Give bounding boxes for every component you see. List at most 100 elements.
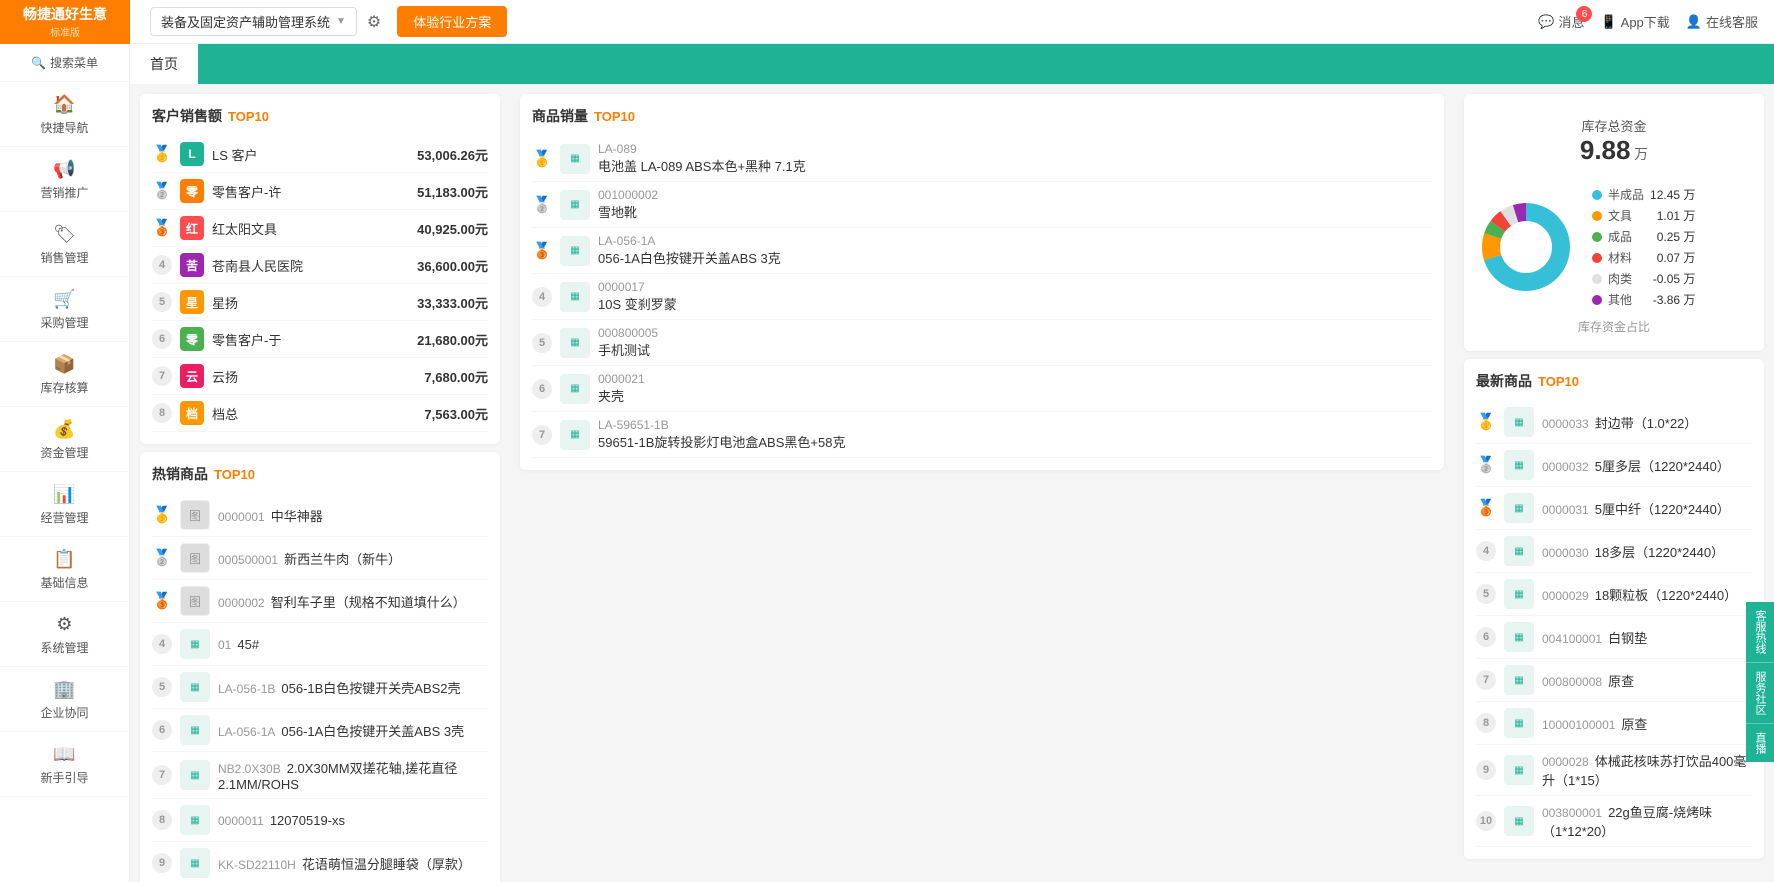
finance-icon: 💰 xyxy=(53,419,75,440)
new-prod-item: 5▦000002918颗粒板（1220*2440） xyxy=(1476,573,1752,616)
content: 首页 客户销售额 TOP10 🥇LLS 客户53,006.26元🥈零零售客户-许… xyxy=(130,44,1774,882)
customer-top10-card: 客户销售额 TOP10 🥇LLS 客户53,006.26元🥈零零售客户-许51,… xyxy=(140,94,500,444)
sidebar-item-system[interactable]: ⚙ 系统管理 xyxy=(0,602,129,667)
col-right: 库存总资金 9.88 万 xyxy=(1454,84,1774,882)
sidebar-label-marketing: 营销推广 xyxy=(40,184,88,201)
message-item[interactable]: 💬 消息 6 xyxy=(1538,12,1584,31)
prod-item: 🥈▦001000002雪地靴 xyxy=(532,182,1432,228)
sidebar-item-finance[interactable]: 💰 资金管理 xyxy=(0,407,129,472)
sidebar: 🔍 搜索菜单 🏠 快捷导航 📢 营销推广 🏷 销售管理 🛒 采购管理 📦 库存核… xyxy=(0,44,130,882)
hot-products-card: 热销商品 TOP10 🥇图0000001中华神器🥈图000500001新西兰牛肉… xyxy=(140,452,500,882)
sidebar-item-company[interactable]: 🏢 企业协同 xyxy=(0,667,129,732)
inventory-legend: 半成品 12.45 万 文具 1.01 万 成品 0 xyxy=(1592,186,1695,308)
system-name: 装备及固定资产辅助管理系统 xyxy=(161,12,330,31)
message-icon: 💬 xyxy=(1538,14,1554,30)
col-mid: 商品销量 TOP10 🥇▦LA-089电池盖 LA-089 ABS本色+黑种 7… xyxy=(510,84,1454,882)
sidebar-item-nav[interactable]: 🏠 快捷导航 xyxy=(0,82,129,147)
sidebar-item-operation[interactable]: 📊 经营管理 xyxy=(0,472,129,537)
sidebar-item-inventory[interactable]: 📦 库存核算 xyxy=(0,342,129,407)
prod-item: 🥉▦LA-056-1A056-1A白色按键开关盖ABS 3克 xyxy=(532,228,1432,274)
service-icon: 👤 xyxy=(1686,14,1702,30)
sidebar-item-sales[interactable]: 🏷 销售管理 xyxy=(0,212,129,277)
basic-icon: 📋 xyxy=(53,549,75,570)
rank-item: 4苦苍南县人民医院36,600.00元 xyxy=(152,247,488,284)
float-btn-community[interactable]: 服务社区 xyxy=(1746,663,1774,724)
settings-button[interactable]: ⚙ xyxy=(367,12,381,32)
topbar: 畅捷通好生意 标准版 装备及固定资产辅助管理系统 ▼ ⚙ 体验行业方案 💬 消息… xyxy=(0,0,1774,44)
sidebar-label-basic: 基础信息 xyxy=(40,574,88,591)
prod-item: 7▦LA-59651-1B59651-1B旋转投影灯电池盒ABS黑色+58克 xyxy=(532,412,1432,458)
nav-tabs: 首页 xyxy=(130,44,1774,84)
sidebar-label-company: 企业协同 xyxy=(40,704,88,721)
rank-item: 8档档总7,563.00元 xyxy=(152,395,488,432)
legend-item-semi: 半成品 12.45 万 xyxy=(1592,186,1695,203)
legend-item-other: 其他 -3.86 万 xyxy=(1592,291,1695,308)
sidebar-label-operation: 经营管理 xyxy=(40,509,88,526)
sidebar-item-marketing[interactable]: 📢 营销推广 xyxy=(0,147,129,212)
system-selector[interactable]: 装备及固定资产辅助管理系统 ▼ xyxy=(150,7,357,36)
home-icon: 🏠 xyxy=(53,94,75,115)
hot-prod-item: 🥇图0000001中华神器 xyxy=(152,494,488,537)
sidebar-label-sales: 销售管理 xyxy=(40,249,88,266)
svg-text:图: 图 xyxy=(189,595,201,609)
new-prod-item: 6▦004100001白钢垫 xyxy=(1476,616,1752,659)
system-icon: ⚙ xyxy=(56,614,72,635)
product-sales-title: 商品销量 TOP10 xyxy=(532,106,1432,126)
float-buttons: 客服热线 服务社区 直播 xyxy=(1746,602,1774,762)
logo-main: 畅捷通好生意 xyxy=(23,4,107,24)
sidebar-item-basic[interactable]: 📋 基础信息 xyxy=(0,537,129,602)
company-icon: 🏢 xyxy=(53,679,75,700)
new-prod-item: 🥈▦00000325厘多层（1220*2440） xyxy=(1476,444,1752,487)
new-prod-item: 8▦10000100001原查 xyxy=(1476,702,1752,745)
message-badge: 6 xyxy=(1576,6,1592,22)
hot-prod-item: 9▦KK-SD22110H花语萌恒温分腿睡袋（厚款） xyxy=(152,842,488,882)
sidebar-label-system: 系统管理 xyxy=(40,639,88,656)
online-service-item[interactable]: 👤 在线客服 xyxy=(1686,12,1758,31)
donut-chart xyxy=(1476,197,1576,297)
logo: 畅捷通好生意 标准版 xyxy=(0,0,130,44)
main-layout: 🔍 搜索菜单 🏠 快捷导航 📢 营销推广 🏷 销售管理 🛒 采购管理 📦 库存核… xyxy=(0,44,1774,882)
donut-container: 半成品 12.45 万 文具 1.01 万 成品 0 xyxy=(1476,176,1752,318)
hot-prod-item: 5▦LA-056-1B056-1B白色按键开关壳ABS2壳 xyxy=(152,666,488,709)
sidebar-label-inventory: 库存核算 xyxy=(40,379,88,396)
inventory-card: 库存总资金 9.88 万 xyxy=(1464,94,1764,351)
rank-item: 🥇LLS 客户53,006.26元 xyxy=(152,136,488,173)
new-prod-item: 7▦000800008原查 xyxy=(1476,659,1752,702)
rank-item: 6零零售客户-于21,680.00元 xyxy=(152,321,488,358)
legend-item-stationery: 文具 1.01 万 xyxy=(1592,207,1695,224)
topbar-center: 装备及固定资产辅助管理系统 ▼ ⚙ 体验行业方案 xyxy=(130,6,1538,37)
float-btn-live[interactable]: 直播 xyxy=(1746,724,1774,762)
product-sales-card: 商品销量 TOP10 🥇▦LA-089电池盖 LA-089 ABS本色+黑种 7… xyxy=(520,94,1444,470)
sidebar-label-guide: 新手引导 xyxy=(40,769,88,786)
svg-text:图: 图 xyxy=(189,552,201,566)
sidebar-item-guide[interactable]: 📖 新手引导 xyxy=(0,732,129,797)
sidebar-item-purchase[interactable]: 🛒 采购管理 xyxy=(0,277,129,342)
page-body: 客户销售额 TOP10 🥇LLS 客户53,006.26元🥈零零售客户-许51,… xyxy=(130,84,1774,882)
float-btn-service[interactable]: 客服热线 xyxy=(1746,602,1774,663)
rank-item: 🥉红红太阳文具40,925.00元 xyxy=(152,210,488,247)
marketing-icon: 📢 xyxy=(53,159,75,180)
new-products-card: 最新商品 TOP10 🥇▦0000033封边带（1.0*22）🥈▦0000032… xyxy=(1464,359,1764,859)
app-download-item[interactable]: 📱 App下载 xyxy=(1600,12,1669,31)
hot-prod-item: 4▦0145# xyxy=(152,623,488,666)
prod-item: 🥇▦LA-089电池盖 LA-089 ABS本色+黑种 7.1克 xyxy=(532,136,1432,182)
tab-home[interactable]: 首页 xyxy=(130,44,198,84)
inventory-total: 库存总资金 9.88 万 xyxy=(1476,106,1752,176)
prod-item: 5▦000800005手机测试 xyxy=(532,320,1432,366)
guide-icon: 📖 xyxy=(53,744,75,765)
topbar-right: 💬 消息 6 📱 App下载 👤 在线客服 xyxy=(1538,12,1758,31)
operation-icon: 📊 xyxy=(53,484,75,505)
col-left: 客户销售额 TOP10 🥇LLS 客户53,006.26元🥈零零售客户-许51,… xyxy=(130,84,510,882)
new-prod-item: 9▦0000028体械茈核味苏打饮品400毫升（1*15） xyxy=(1476,745,1752,796)
new-prod-item: 4▦000003018多层（1220*2440） xyxy=(1476,530,1752,573)
rank-item: 7云云扬7,680.00元 xyxy=(152,358,488,395)
hot-prod-item: 🥈图000500001新西兰牛肉（新牛） xyxy=(152,537,488,580)
trial-button[interactable]: 体验行业方案 xyxy=(397,6,507,37)
legend-item-finished: 成品 0.25 万 xyxy=(1592,228,1695,245)
search-icon: 🔍 xyxy=(31,56,46,70)
phone-icon: 📱 xyxy=(1600,14,1616,30)
sidebar-item-search[interactable]: 🔍 搜索菜单 xyxy=(0,44,129,82)
sidebar-label-nav: 快捷导航 xyxy=(40,119,88,136)
product-sales-list: 🥇▦LA-089电池盖 LA-089 ABS本色+黑种 7.1克🥈▦001000… xyxy=(532,136,1432,458)
sidebar-label-finance: 资金管理 xyxy=(40,444,88,461)
